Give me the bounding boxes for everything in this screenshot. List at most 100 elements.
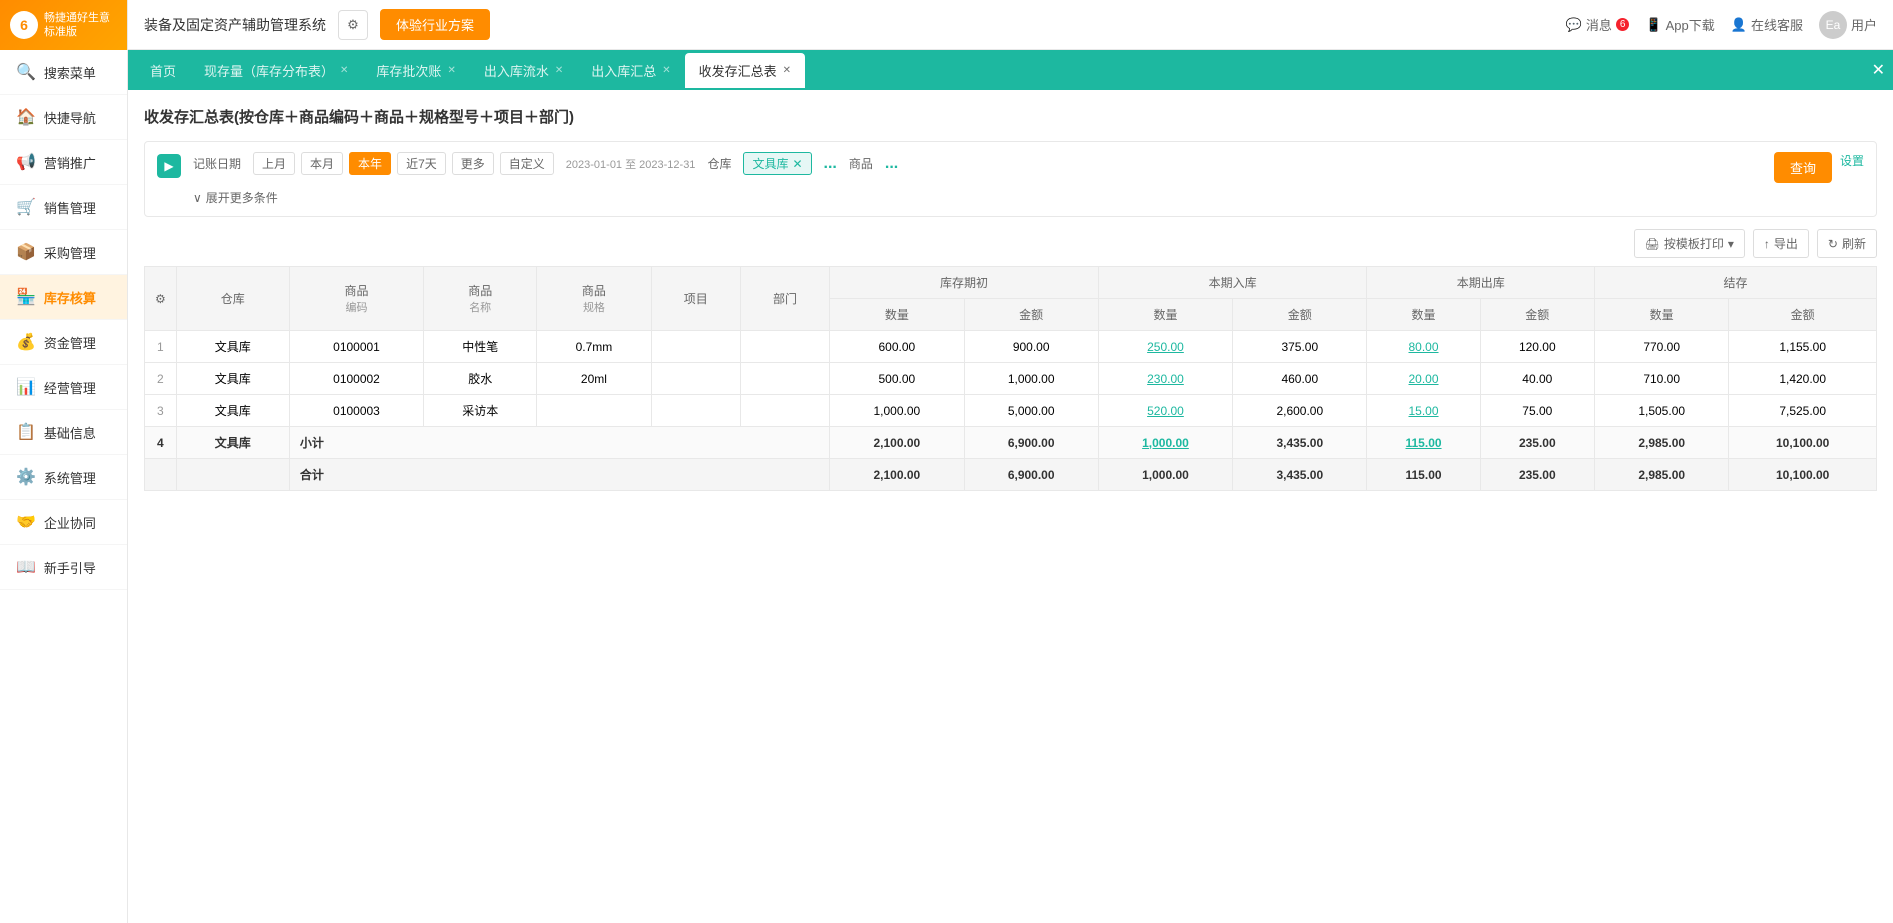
goods-label: 商品 (849, 155, 873, 172)
sidebar-item-system[interactable]: ⚙️ 系统管理 (0, 455, 127, 500)
col-closing-qty-header: 数量 (1595, 299, 1729, 331)
basic-info-icon: 📋 (16, 422, 36, 442)
sidebar-item-guide[interactable]: 📖 新手引导 (0, 545, 127, 590)
sidebar-item-finance[interactable]: 💰 资金管理 (0, 320, 127, 365)
col-goods-spec-header: 商品规格 (537, 267, 651, 331)
marketing-icon: 📢 (16, 152, 36, 172)
sidebar-item-label: 系统管理 (44, 468, 96, 487)
row-closing-amt: 7,525.00 (1729, 395, 1877, 427)
tab-home[interactable]: 首页 (136, 53, 190, 88)
system-title: 装备及固定资产辅助管理系统 (144, 15, 326, 35)
tab-batch-ledger[interactable]: 库存批次账 ✕ (362, 53, 469, 88)
row-out-amt: 40.00 (1480, 363, 1594, 395)
footer-in-amt: 3,435.00 (1233, 459, 1367, 491)
message-action[interactable]: 💬 消息 6 (1566, 15, 1630, 34)
row-in-qty[interactable]: 230.00 (1098, 363, 1232, 395)
row-goods-code: 0100003 (289, 395, 423, 427)
tab-close-icon[interactable]: ✕ (340, 65, 348, 76)
sidebar-item-search[interactable]: 🔍 搜索菜单 (0, 50, 127, 95)
finance-icon: 💰 (16, 332, 36, 352)
goods-more[interactable]: ... (885, 155, 898, 173)
user-action[interactable]: Ea 用户 (1819, 11, 1877, 39)
query-button[interactable]: 查询 (1774, 152, 1832, 183)
col-settings-header: ⚙ (145, 267, 177, 331)
col-in-amt-header: 金额 (1233, 299, 1367, 331)
row-goods-name: 胶水 (424, 363, 537, 395)
row-opening-qty: 1,000.00 (830, 395, 964, 427)
subtotal-out-qty[interactable]: 115.00 (1367, 427, 1480, 459)
tab-in-out-flow[interactable]: 出入库流水 ✕ (470, 53, 577, 88)
tab-receive-send-summary[interactable]: 收发存汇总表 ✕ (685, 53, 805, 88)
row-in-amt: 460.00 (1233, 363, 1367, 395)
sidebar-item-inventory[interactable]: 🏪 库存核算 (0, 275, 127, 320)
filter-toggle-button[interactable]: ▶ (157, 154, 181, 178)
row-out-qty[interactable]: 80.00 (1367, 331, 1480, 363)
footer-empty-2 (176, 459, 289, 491)
row-in-qty[interactable]: 520.00 (1098, 395, 1232, 427)
date-btn-7days[interactable]: 近7天 (397, 152, 446, 175)
expand-conditions-button[interactable]: ∨ 展开更多条件 (193, 189, 1762, 206)
row-goods-code: 0100002 (289, 363, 423, 395)
sidebar-item-label: 新手引导 (44, 558, 96, 577)
sidebar-item-enterprise[interactable]: 🤝 企业协同 (0, 500, 127, 545)
row-opening-qty: 600.00 (830, 331, 964, 363)
row-out-qty[interactable]: 15.00 (1367, 395, 1480, 427)
row-out-amt: 75.00 (1480, 395, 1594, 427)
sidebar-item-label: 经营管理 (44, 378, 96, 397)
refresh-button[interactable]: ↻ 刷新 (1817, 229, 1877, 258)
warehouse-tag-remove[interactable]: ✕ (792, 157, 802, 171)
col-in-header: 本期入库 (1098, 267, 1367, 299)
sidebar-item-marketing[interactable]: 📢 营销推广 (0, 140, 127, 185)
row-project (651, 395, 740, 427)
export-button[interactable]: ↑ 导出 (1753, 229, 1809, 258)
main-area: 装备及固定资产辅助管理系统 ⚙ 体验行业方案 💬 消息 6 📱 App下载 👤 … (128, 0, 1893, 923)
row-closing-qty: 770.00 (1595, 331, 1729, 363)
row-goods-spec: 0.7mm (537, 331, 651, 363)
tabs-close-all-button[interactable]: ✕ (1872, 60, 1885, 80)
date-btn-this-year[interactable]: 本年 (349, 152, 391, 175)
date-btn-this-month[interactable]: 本月 (301, 152, 343, 175)
tab-close-icon[interactable]: ✕ (662, 65, 670, 76)
row-in-qty[interactable]: 250.00 (1098, 331, 1232, 363)
logo: 6 畅捷通好生意 标准版 (0, 0, 127, 50)
online-service-label: 在线客服 (1751, 15, 1803, 34)
tab-in-out-summary[interactable]: 出入库汇总 ✕ (577, 53, 684, 88)
sidebar-item-quick-nav[interactable]: 🏠 快捷导航 (0, 95, 127, 140)
trial-button[interactable]: 体验行业方案 (380, 9, 490, 40)
sidebar-item-label: 搜索菜单 (44, 63, 96, 82)
sidebar-item-operations[interactable]: 📊 经营管理 (0, 365, 127, 410)
tab-inventory-dist[interactable]: 现存量（库存分布表） ✕ (190, 53, 362, 88)
date-btn-last-month[interactable]: 上月 (253, 152, 295, 175)
row-in-amt: 2,600.00 (1233, 395, 1367, 427)
print-button[interactable]: 🖨 按模板打印 ▾ (1634, 229, 1745, 258)
sidebar-item-label: 销售管理 (44, 198, 96, 217)
footer-closing-amt: 10,100.00 (1729, 459, 1877, 491)
warehouse-tag: 文具库 ✕ (743, 152, 811, 175)
subtotal-in-qty[interactable]: 1,000.00 (1098, 427, 1232, 459)
settings-link[interactable]: 设置 (1840, 152, 1864, 169)
footer-label: 合计 (289, 459, 829, 491)
tab-close-icon[interactable]: ✕ (555, 65, 563, 76)
logo-text: 畅捷通好生意 标准版 (44, 11, 110, 40)
date-btn-custom[interactable]: 自定义 (500, 152, 554, 175)
row-department (740, 331, 829, 363)
refresh-icon: ↻ (1828, 237, 1838, 251)
row-out-qty[interactable]: 20.00 (1367, 363, 1480, 395)
warehouse-more[interactable]: ... (824, 155, 837, 173)
date-shortcuts: 上月 本月 本年 近7天 更多 自定义 (253, 152, 554, 175)
filter-actions: 查询 设置 (1774, 152, 1864, 183)
operations-icon: 📊 (16, 377, 36, 397)
col-project-header: 项目 (651, 267, 740, 331)
settings-button[interactable]: ⚙ (338, 10, 368, 40)
tab-close-icon[interactable]: ✕ (447, 65, 455, 76)
subtotal-row: 4 文具库 小计 2,100.00 6,900.00 1,000.00 3,43… (145, 427, 1877, 459)
page-content: 收发存汇总表(按仓库＋商品编码＋商品＋规格型号＋项目＋部门) ▶ 记账日期 上月… (128, 90, 1893, 923)
footer-empty-1 (145, 459, 177, 491)
online-service-action[interactable]: 👤 在线客服 (1731, 15, 1803, 34)
app-download-action[interactable]: 📱 App下载 (1645, 15, 1714, 34)
date-btn-more[interactable]: 更多 (452, 152, 494, 175)
sidebar-item-basic-info[interactable]: 📋 基础信息 (0, 410, 127, 455)
sidebar-item-sales[interactable]: 🛒 销售管理 (0, 185, 127, 230)
tab-close-icon[interactable]: ✕ (783, 65, 791, 76)
sidebar-item-purchase[interactable]: 📦 采购管理 (0, 230, 127, 275)
